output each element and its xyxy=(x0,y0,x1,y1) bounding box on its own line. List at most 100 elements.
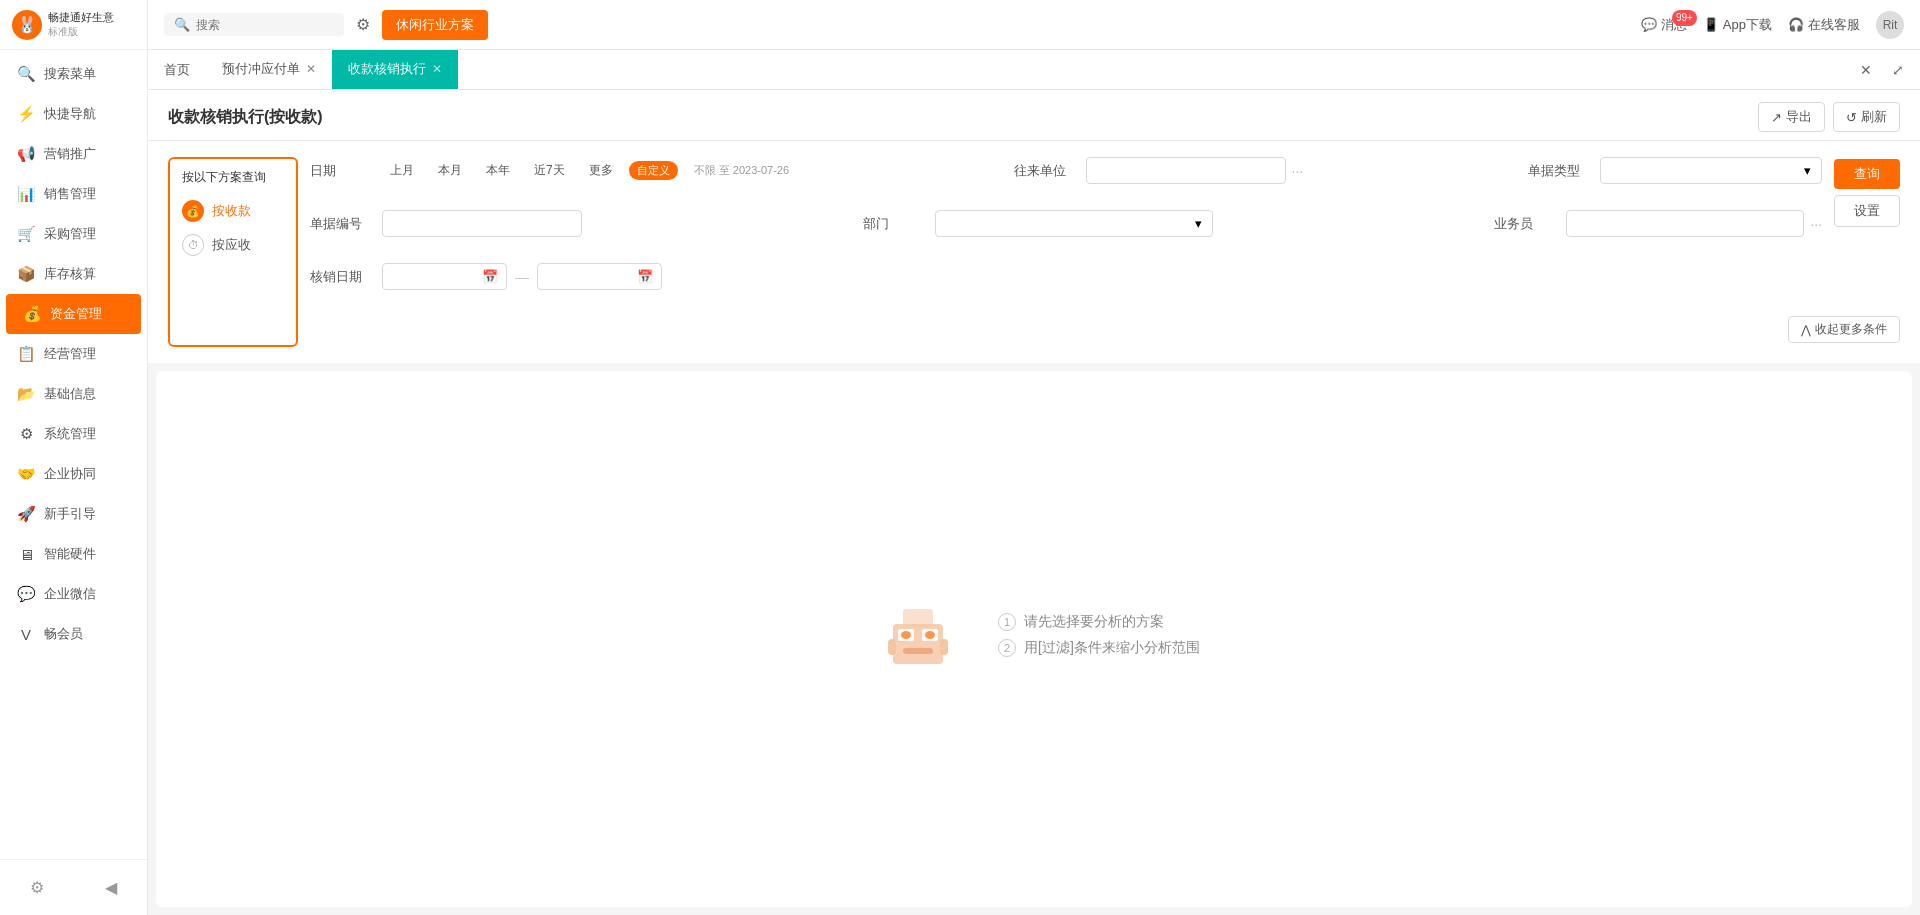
sidebar-item-基础信息[interactable]: 📂 基础信息 xyxy=(0,374,147,414)
message-icon: 💬 xyxy=(1641,17,1657,32)
tab-prepaid-close[interactable]: ✕ xyxy=(306,62,316,76)
filter-option-by-receivable[interactable]: ⏱ 按应收 xyxy=(170,228,296,262)
tab-home[interactable]: 首页 xyxy=(148,50,206,89)
verify-date-start-field[interactable]: 2023-03-01 📅 xyxy=(382,263,507,290)
filter-date-row: 日期 上月 本月 本年 近7天 更多 自定义 不限 至 2023-07-26 xyxy=(310,157,1822,184)
dept-label: 部门 xyxy=(863,215,923,233)
nav-label-11: 新手引导 xyxy=(44,505,96,523)
sidebar-item-搜索菜单[interactable]: 🔍 搜索菜单 xyxy=(0,54,147,94)
query-button[interactable]: 查询 xyxy=(1834,159,1900,189)
nav-icon-13: 💬 xyxy=(16,584,36,604)
service-icon: 🎧 xyxy=(1788,17,1804,32)
date-btn-this-year[interactable]: 本年 xyxy=(478,160,518,181)
solution-button[interactable]: 休闲行业方案 xyxy=(382,10,488,40)
tab-bar: 首页 预付冲应付单 ✕ 收款核销执行 ✕ ✕ ⤢ xyxy=(148,50,1920,90)
page-title: 收款核销执行(按收款) xyxy=(168,107,323,128)
collapse-chevron-icon: ⋀ xyxy=(1801,323,1811,337)
sidebar-item-库存核算[interactable]: 📦 库存核算 xyxy=(0,254,147,294)
sidebar-item-企业微信[interactable]: 💬 企业微信 xyxy=(0,574,147,614)
nav-label-1: 快捷导航 xyxy=(44,105,96,123)
settings-bottom-icon[interactable]: ⚙ xyxy=(18,870,56,905)
doc-type-label: 单据类型 xyxy=(1528,162,1588,180)
window-controls: ✕ ⤢ xyxy=(1844,50,1920,89)
collapse-more-btn[interactable]: ⋀ 收起更多条件 xyxy=(1788,316,1900,343)
doc-no-input[interactable] xyxy=(382,210,582,237)
sidebar-item-销售管理[interactable]: 📊 销售管理 xyxy=(0,174,147,214)
sidebar-item-营销推广[interactable]: 📢 营销推广 xyxy=(0,134,147,174)
settings-button[interactable]: 设置 xyxy=(1834,195,1900,227)
refresh-icon: ↺ xyxy=(1846,110,1857,125)
svg-rect-4 xyxy=(888,639,896,655)
maximize-window-btn[interactable]: ⤢ xyxy=(1884,56,1912,84)
filter-option-by-receipt[interactable]: 💰 按收款 xyxy=(170,194,296,228)
receipt-option-icon: 💰 xyxy=(182,200,204,222)
calendar-start-icon[interactable]: 📅 xyxy=(482,269,498,284)
export-button[interactable]: ↗ 导出 xyxy=(1758,102,1825,132)
nav-label-0: 搜索菜单 xyxy=(44,65,96,83)
date-btn-7days[interactable]: 近7天 xyxy=(526,160,573,181)
calendar-end-icon[interactable]: 📅 xyxy=(637,269,653,284)
sidebar-item-畅会员[interactable]: V 畅会员 xyxy=(0,614,147,654)
tab-receipt-verify[interactable]: 收款核销执行 ✕ xyxy=(332,50,458,89)
sidebar-item-企业协同[interactable]: 🤝 企业协同 xyxy=(0,454,147,494)
message-badge: 99+ xyxy=(1672,10,1697,26)
online-service-button[interactable]: 🎧 在线客服 xyxy=(1788,16,1860,34)
app-logo: 🐰 畅捷通好生意 标准版 xyxy=(0,0,147,50)
receipt-option-label: 按收款 xyxy=(212,202,251,220)
filter-sidebar-title: 按以下方案查询 xyxy=(170,169,296,194)
tab-receipt-verify-close[interactable]: ✕ xyxy=(432,62,442,76)
receivable-option-icon: ⏱ xyxy=(182,234,204,256)
search-bar[interactable]: 🔍 xyxy=(164,13,344,36)
nav-label-14: 畅会员 xyxy=(44,625,83,643)
verify-date-range: 2023-03-01 📅 — 2023-07-21 📅 xyxy=(382,263,662,290)
sidebar-item-新手引导[interactable]: 🚀 新手引导 xyxy=(0,494,147,534)
tab-prepaid[interactable]: 预付冲应付单 ✕ xyxy=(206,50,332,89)
message-button[interactable]: 💬 消息 99+ xyxy=(1641,16,1687,34)
sidebar-item-资金管理[interactable]: 💰 资金管理 xyxy=(6,294,141,334)
verify-date-start-input[interactable]: 2023-03-01 xyxy=(391,269,476,284)
svg-rect-8 xyxy=(903,609,933,627)
search-icon: 🔍 xyxy=(174,17,190,32)
main-area: 🔍 ⚙ 休闲行业方案 💬 消息 99+ 📱 App下载 🎧 在线客服 xyxy=(148,0,1920,915)
staff-input[interactable] xyxy=(1566,210,1805,237)
gear-icon[interactable]: ⚙ xyxy=(356,15,370,34)
sidebar-item-经营管理[interactable]: 📋 经营管理 xyxy=(0,334,147,374)
nav-label-7: 经营管理 xyxy=(44,345,96,363)
page-header-actions: ↗ 导出 ↺ 刷新 xyxy=(1758,102,1900,132)
sidebar-item-采购管理[interactable]: 🛒 采购管理 xyxy=(0,214,147,254)
search-input[interactable] xyxy=(196,18,326,32)
user-avatar[interactable]: Rit xyxy=(1876,11,1904,39)
page-header: 收款核销执行(按收款) ↗ 导出 ↺ 刷新 xyxy=(148,90,1920,141)
nav-label-13: 企业微信 xyxy=(44,585,96,603)
date-range-separator: — xyxy=(515,269,529,285)
nav-icon-2: 📢 xyxy=(16,144,36,164)
verify-date-end-input[interactable]: 2023-07-21 xyxy=(546,269,631,284)
logo-sub: 标准版 xyxy=(48,25,114,39)
tab-receipt-verify-label: 收款核销执行 xyxy=(348,60,426,78)
nav-icon-11: 🚀 xyxy=(16,504,36,524)
date-btn-this-month[interactable]: 本月 xyxy=(430,160,470,181)
counterpart-input[interactable] xyxy=(1086,157,1286,184)
refresh-label: 刷新 xyxy=(1861,108,1887,126)
collapse-sidebar-btn[interactable]: ◀ xyxy=(93,870,129,905)
refresh-button[interactable]: ↺ 刷新 xyxy=(1833,102,1900,132)
sidebar-item-智能硬件[interactable]: 🖥 智能硬件 xyxy=(0,534,147,574)
sidebar-item-快捷导航[interactable]: ⚡ 快捷导航 xyxy=(0,94,147,134)
sidebar-item-系统管理[interactable]: ⚙ 系统管理 xyxy=(0,414,147,454)
svg-point-6 xyxy=(901,631,911,639)
date-custom-tag[interactable]: 自定义 xyxy=(629,161,678,180)
user-name: Rit xyxy=(1883,18,1898,32)
date-btn-last-month[interactable]: 上月 xyxy=(382,160,422,181)
app-download-button[interactable]: 📱 App下载 xyxy=(1703,16,1772,34)
close-window-btn[interactable]: ✕ xyxy=(1852,56,1880,84)
counterpart-label: 往来单位 xyxy=(1014,162,1074,180)
dept-arrow: ▾ xyxy=(1195,216,1202,231)
dept-select[interactable]: ▾ xyxy=(935,210,1214,237)
receivable-option-label: 按应收 xyxy=(212,236,251,254)
nav-icon-6: 💰 xyxy=(22,304,42,324)
verify-date-end-field[interactable]: 2023-07-21 📅 xyxy=(537,263,662,290)
doc-type-select[interactable]: ▾ xyxy=(1600,157,1822,184)
query-actions: 查询 设置 xyxy=(1834,159,1900,227)
date-btn-more[interactable]: 更多 xyxy=(581,160,621,181)
topbar-left: 🔍 ⚙ 休闲行业方案 xyxy=(164,10,488,40)
